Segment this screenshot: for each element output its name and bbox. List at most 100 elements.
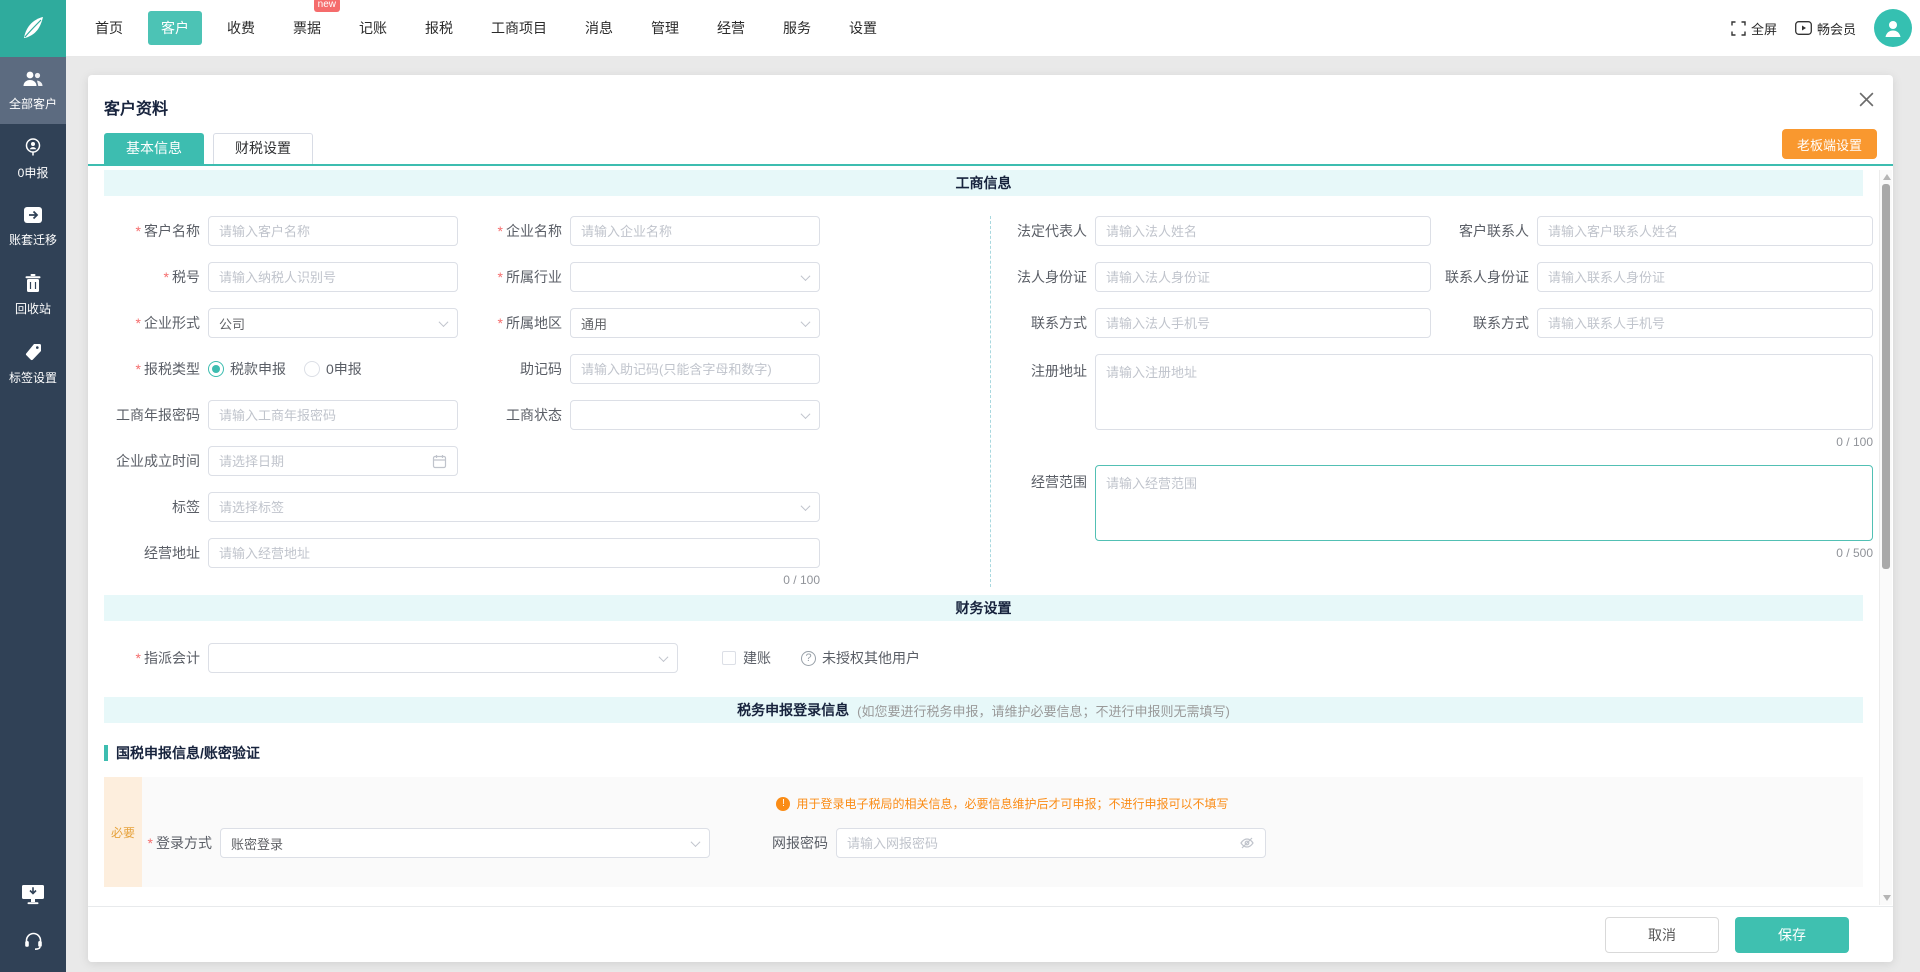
nav-item-management[interactable]: 管理 xyxy=(638,11,692,45)
nav-item-invoices[interactable]: 票据 new xyxy=(280,0,340,45)
tax-number-field[interactable] xyxy=(208,262,458,292)
nav-item-business-projects[interactable]: 工商项目 xyxy=(478,11,560,45)
radio-zero-declaration[interactable]: 0申报 xyxy=(304,359,362,379)
mnemonic-field[interactable] xyxy=(570,354,820,384)
cancel-button[interactable]: 取消 xyxy=(1605,916,1719,953)
nav-item-invoices-label: 票据 xyxy=(293,20,321,36)
nav-item-settings[interactable]: 设置 xyxy=(836,11,890,45)
registered-address-textarea[interactable] xyxy=(1095,354,1873,430)
industry-select[interactable] xyxy=(570,262,820,292)
topbar-right: 全屏 畅会员 xyxy=(1731,9,1920,47)
company-form-value: 公司 xyxy=(219,316,246,332)
legal-phone-label: 联系方式 xyxy=(1031,315,1087,331)
close-button[interactable] xyxy=(1858,91,1875,108)
establish-date-picker[interactable] xyxy=(208,446,458,476)
legal-id-label: 法人身份证 xyxy=(1017,269,1087,285)
user-avatar[interactable] xyxy=(1874,9,1912,47)
scroll-down-arrow[interactable] xyxy=(1883,895,1891,901)
customer-contact-label: 客户联系人 xyxy=(1459,223,1529,239)
unauthorized-users-label: 未授权其他用户 xyxy=(822,650,920,666)
scrollbar-thumb[interactable] xyxy=(1882,184,1890,569)
customer-profile-dialog: 客户资料 基本信息 财税设置 老板端设置 工商信息 客户名称 企业名称 xyxy=(88,75,1893,962)
eye-off-icon[interactable] xyxy=(1239,835,1255,851)
content-scrollbar[interactable] xyxy=(1879,170,1892,905)
web-password-input[interactable] xyxy=(847,835,1239,851)
tab-finance-tax-settings[interactable]: 财税设置 xyxy=(213,133,313,164)
business-address-field[interactable] xyxy=(208,538,820,568)
unauthorized-users-help[interactable]: 未授权其他用户 xyxy=(801,648,920,668)
legal-phone-input[interactable] xyxy=(1106,315,1420,331)
nav-item-messages[interactable]: 消息 xyxy=(572,11,626,45)
region-select[interactable]: 通用 xyxy=(570,308,820,338)
tab-basic-info[interactable]: 基本信息 xyxy=(104,133,204,164)
radio-selected-icon xyxy=(208,361,224,377)
legal-person-field[interactable] xyxy=(1095,216,1431,246)
mnemonic-input[interactable] xyxy=(581,361,809,377)
legal-id-field[interactable] xyxy=(1095,262,1431,292)
web-password-field[interactable] xyxy=(836,828,1266,858)
mnemonic-label: 助记码 xyxy=(520,361,562,377)
contact-id-field[interactable] xyxy=(1537,262,1873,292)
customer-name-label: 客户名称 xyxy=(104,221,200,241)
nav-item-operations[interactable]: 经营 xyxy=(704,11,758,45)
business-address-input[interactable] xyxy=(219,545,809,561)
assign-accountant-label: 指派会计 xyxy=(104,648,200,668)
business-status-select[interactable] xyxy=(570,400,820,430)
annual-report-password-input[interactable] xyxy=(219,407,447,423)
nav-item-charging[interactable]: 收费 xyxy=(214,11,268,45)
sidebar-item-all-customers[interactable]: 全部客户 xyxy=(0,57,66,124)
chevron-down-icon xyxy=(800,408,811,419)
headset-icon xyxy=(24,932,42,950)
client-download-button[interactable] xyxy=(21,884,45,910)
login-method-select[interactable]: 账密登录 xyxy=(220,828,710,858)
contact-id-input[interactable] xyxy=(1548,269,1862,285)
person-icon xyxy=(1885,21,1901,37)
customer-name-input[interactable] xyxy=(219,223,447,239)
business-scope-textarea[interactable] xyxy=(1095,465,1873,541)
app-logo[interactable] xyxy=(0,0,66,57)
legal-id-input[interactable] xyxy=(1106,269,1420,285)
customer-contact-field[interactable] xyxy=(1537,216,1873,246)
company-form-select[interactable]: 公司 xyxy=(208,308,458,338)
boss-settings-button[interactable]: 老板端设置 xyxy=(1781,129,1877,159)
save-button[interactable]: 保存 xyxy=(1735,916,1849,953)
create-account-checkbox[interactable]: 建账 xyxy=(722,648,771,668)
fullscreen-button[interactable]: 全屏 xyxy=(1731,19,1777,38)
contact-phone-input[interactable] xyxy=(1548,315,1862,331)
legal-phone-field[interactable] xyxy=(1095,308,1431,338)
customer-support-button[interactable] xyxy=(23,930,44,956)
new-badge: new xyxy=(313,0,340,12)
tags-select[interactable] xyxy=(208,492,820,522)
establish-date-input[interactable] xyxy=(219,453,432,469)
assign-accountant-select[interactable] xyxy=(208,643,678,673)
sidebar-item-account-migration[interactable]: 账套迁移 xyxy=(0,193,66,260)
contact-phone-field[interactable] xyxy=(1537,308,1873,338)
company-name-input[interactable] xyxy=(581,223,809,239)
legal-person-input[interactable] xyxy=(1106,223,1420,239)
scroll-up-arrow[interactable] xyxy=(1883,174,1891,180)
nav-item-customers[interactable]: 客户 xyxy=(148,11,202,45)
recycle-bin-icon xyxy=(25,274,41,292)
nav-item-services[interactable]: 服务 xyxy=(770,11,824,45)
industry-label: 所属行业 xyxy=(466,267,562,287)
sidebar-item-label: 全部客户 xyxy=(8,97,57,111)
nav-item-home[interactable]: 首页 xyxy=(82,11,136,45)
nav-item-bookkeeping[interactable]: 记账 xyxy=(346,11,400,45)
sidebar-item-tag-settings[interactable]: 标签设置 xyxy=(0,329,66,398)
tax-number-label: 税号 xyxy=(104,267,200,287)
annual-report-password-field[interactable] xyxy=(208,400,458,430)
subsection-title: 国税申报信息/账密验证 xyxy=(116,745,260,761)
nav-item-tax-filing[interactable]: 报税 xyxy=(412,11,466,45)
tags-input[interactable] xyxy=(219,499,802,515)
sidebar-item-label: 0申报 xyxy=(17,166,49,180)
customer-contact-input[interactable] xyxy=(1548,223,1862,239)
customer-name-field[interactable] xyxy=(208,216,458,246)
section-title: 财务设置 xyxy=(955,600,1012,616)
tax-number-input[interactable] xyxy=(219,269,447,285)
company-name-field[interactable] xyxy=(570,216,820,246)
web-password-label: 网报密码 xyxy=(772,835,828,851)
sidebar-item-recycle-bin[interactable]: 回收站 xyxy=(0,260,66,329)
radio-tax-declaration[interactable]: 税款申报 xyxy=(208,359,286,379)
sidebar-item-zero-declaration[interactable]: 0申报 xyxy=(0,124,66,193)
member-button[interactable]: 畅会员 xyxy=(1795,19,1856,38)
